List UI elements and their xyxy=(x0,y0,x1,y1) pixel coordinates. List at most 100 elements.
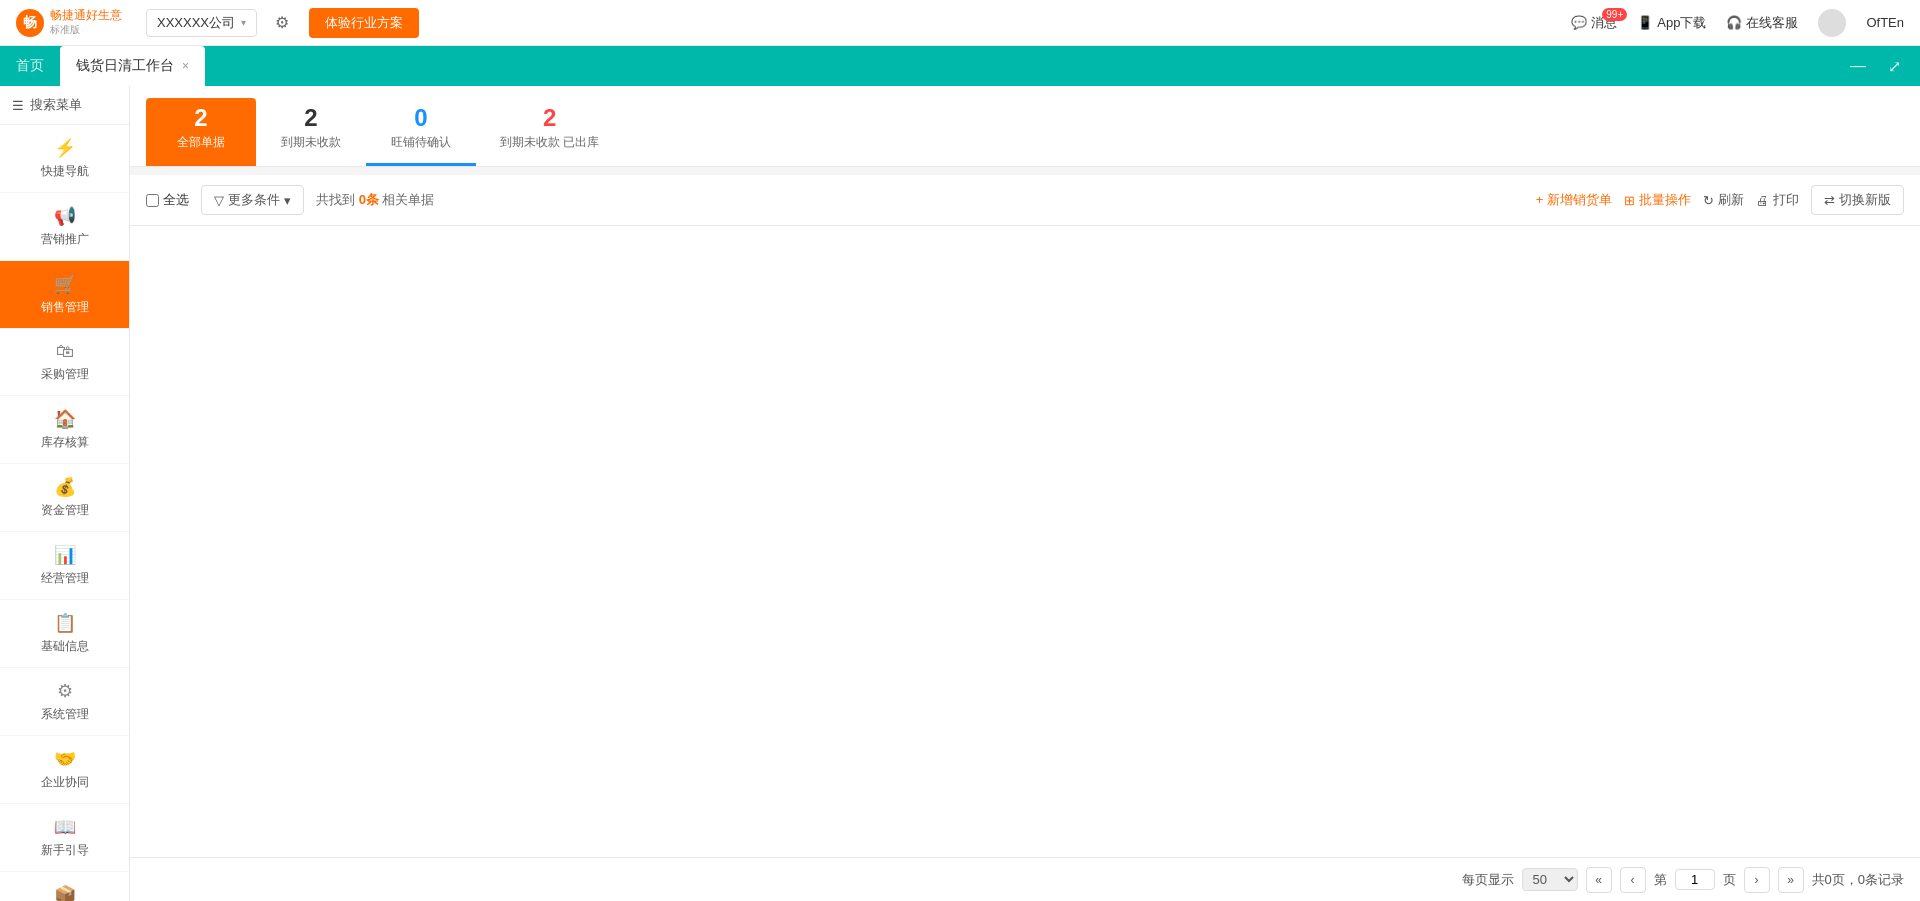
stats-tab-shipped[interactable]: 2 到期未收款 已出库 xyxy=(476,98,623,166)
prev-page-button[interactable]: ‹ xyxy=(1620,867,1646,893)
app-download-button[interactable]: 📱 App下载 xyxy=(1637,14,1706,32)
stats-tab-overdue[interactable]: 2 到期未收款 xyxy=(256,98,366,166)
content-area: 2 全部单据 2 到期未收款 0 旺铺待确认 2 到期未收款 已出库 全选 xyxy=(130,86,1920,901)
filter-icon: ▽ xyxy=(214,193,224,208)
sidebar-search[interactable]: ☰ 搜索菜单 xyxy=(0,86,129,125)
tab-bar: 首页 钱货日清工作台 × — ⤢ xyxy=(0,46,1920,86)
sidebar-item-label-basic-info: 基础信息 xyxy=(41,638,89,655)
toolbar-right: + 新增销货单 ⊞ 批量操作 ↻ 刷新 🖨 打印 ⇄ 切换新版 xyxy=(1536,185,1904,215)
message-icon: 💬 xyxy=(1571,15,1587,30)
tab-bar-actions: — ⤢ xyxy=(1844,52,1920,80)
app-center-icon: 📦 xyxy=(54,884,76,901)
logo-icon: 畅 xyxy=(16,9,44,37)
print-icon: 🖨 xyxy=(1756,193,1769,208)
sidebar-item-enterprise[interactable]: 🤝 企业协同 xyxy=(0,736,129,804)
stats-num-shipped: 2 xyxy=(543,106,556,130)
trial-button[interactable]: 体验行业方案 xyxy=(309,8,419,38)
per-page-label: 每页显示 xyxy=(1462,871,1514,889)
operations-icon: 📊 xyxy=(54,544,76,566)
table-area xyxy=(130,226,1920,857)
per-page-select[interactable]: 50 10 20 100 xyxy=(1522,868,1578,891)
next-page-button[interactable]: › xyxy=(1744,867,1770,893)
stats-num-overdue: 2 xyxy=(304,106,317,130)
sidebar-item-label-sales: 销售管理 xyxy=(41,299,89,316)
basic-info-icon: 📋 xyxy=(54,612,76,634)
last-page-button[interactable]: » xyxy=(1778,867,1804,893)
user-avatar[interactable] xyxy=(1818,9,1846,37)
stats-label-all: 全部单据 xyxy=(177,134,225,151)
system-icon: ⚙ xyxy=(57,680,73,702)
found-count: 0条 xyxy=(359,192,379,207)
sidebar-item-guide[interactable]: 📖 新手引导 xyxy=(0,804,129,872)
sales-icon: 🛒 xyxy=(54,273,76,295)
sidebar-item-label-enterprise: 企业协同 xyxy=(41,774,89,791)
messages-button[interactable]: 💬 消息 99+ xyxy=(1571,14,1617,32)
found-prefix: 共找到 xyxy=(316,192,355,207)
tab-expand-button[interactable]: ⤢ xyxy=(1880,52,1908,80)
sidebar-search-label: 搜索菜单 xyxy=(30,96,82,114)
page-number-input[interactable] xyxy=(1675,869,1715,890)
select-all-checkbox[interactable]: 全选 xyxy=(146,191,189,209)
sidebar-item-purchase[interactable]: 🛍 采购管理 xyxy=(0,329,129,396)
sidebar-item-operations[interactable]: 📊 经营管理 xyxy=(0,532,129,600)
tab-home[interactable]: 首页 xyxy=(0,46,60,86)
total-label: 共0页，0条记录 xyxy=(1812,871,1904,889)
app-download-icon: 📱 xyxy=(1637,15,1653,30)
sidebar-item-system[interactable]: ⚙ 系统管理 xyxy=(0,668,129,736)
finance-icon: 💰 xyxy=(54,476,76,498)
print-button[interactable]: 🖨 打印 xyxy=(1756,191,1799,209)
sidebar-item-label-purchase: 采购管理 xyxy=(41,366,89,383)
switch-label: 切换新版 xyxy=(1839,191,1891,209)
print-label: 打印 xyxy=(1773,191,1799,209)
pagination: 每页显示 50 10 20 100 « ‹ 第 页 › » 共0页，0条记录 xyxy=(130,857,1920,901)
batch-icon: ⊞ xyxy=(1624,193,1635,208)
select-all-input[interactable] xyxy=(146,194,159,207)
filter-button[interactable]: ▽ 更多条件 ▾ xyxy=(201,185,304,215)
sidebar-item-basic-info[interactable]: 📋 基础信息 xyxy=(0,600,129,668)
user-name[interactable]: OfTEn xyxy=(1866,15,1904,30)
sidebar-item-label-guide: 新手引导 xyxy=(41,842,89,859)
select-all-label: 全选 xyxy=(163,191,189,209)
tab-minimize-button[interactable]: — xyxy=(1844,52,1872,80)
stats-tab-pending[interactable]: 0 旺铺待确认 xyxy=(366,98,476,166)
app-download-label: App下载 xyxy=(1657,14,1706,32)
stats-num-all: 2 xyxy=(194,106,207,130)
add-sales-order-button[interactable]: + 新增销货单 xyxy=(1536,191,1612,209)
switch-icon: ⇄ xyxy=(1824,193,1835,208)
batch-label: 批量操作 xyxy=(1639,191,1691,209)
sidebar-item-sales[interactable]: 🛒 销售管理 xyxy=(0,261,129,329)
refresh-button[interactable]: ↻ 刷新 xyxy=(1703,191,1744,209)
logo-sub: 标准版 xyxy=(50,23,122,37)
company-dropdown-arrow: ▾ xyxy=(241,17,246,28)
refresh-icon: ↻ xyxy=(1703,193,1714,208)
tab-workbench[interactable]: 钱货日清工作台 × xyxy=(60,46,205,86)
sidebar-item-label-quick-nav: 快捷导航 xyxy=(41,163,89,180)
sidebar-item-app-center[interactable]: 📦 应用中心 xyxy=(0,872,129,901)
filter-label: 更多条件 xyxy=(228,191,280,209)
sidebar-item-label-finance: 资金管理 xyxy=(41,502,89,519)
inventory-icon: 🏠 xyxy=(54,408,76,430)
sidebar-item-quick-nav[interactable]: ⚡ 快捷导航 xyxy=(0,125,129,193)
toolbar: 全选 ▽ 更多条件 ▾ 共找到 0条 相关单据 + 新增销货单 ⊞ 批量操作 ↻ xyxy=(130,175,1920,226)
tab-home-label: 首页 xyxy=(16,57,44,75)
tab-close-button[interactable]: × xyxy=(182,59,189,73)
stats-label-pending: 旺铺待确认 xyxy=(391,134,451,151)
settings-button[interactable]: ⚙ xyxy=(267,8,297,38)
found-suffix: 相关单据 xyxy=(382,192,434,207)
stats-tabs: 2 全部单据 2 到期未收款 0 旺铺待确认 2 到期未收款 已出库 xyxy=(130,86,1920,167)
page-prefix: 第 xyxy=(1654,871,1667,889)
quick-nav-icon: ⚡ xyxy=(54,137,76,159)
switch-version-button[interactable]: ⇄ 切换新版 xyxy=(1811,185,1904,215)
sidebar-item-inventory[interactable]: 🏠 库存核算 xyxy=(0,396,129,464)
company-selector[interactable]: XXXXXX公司 ▾ xyxy=(146,9,257,37)
batch-operation-button[interactable]: ⊞ 批量操作 xyxy=(1624,191,1691,209)
first-page-button[interactable]: « xyxy=(1586,867,1612,893)
online-service-button[interactable]: 🎧 在线客服 xyxy=(1726,14,1798,32)
top-header: 畅 畅捷通好生意 标准版 XXXXXX公司 ▾ ⚙ 体验行业方案 💬 消息 99… xyxy=(0,0,1920,46)
sidebar-item-finance[interactable]: 💰 资金管理 xyxy=(0,464,129,532)
stats-tab-all[interactable]: 2 全部单据 xyxy=(146,98,256,166)
guide-icon: 📖 xyxy=(54,816,76,838)
page-suffix: 页 xyxy=(1723,871,1736,889)
found-text: 共找到 0条 相关单据 xyxy=(316,191,434,209)
sidebar-item-marketing[interactable]: 📢 营销推广 xyxy=(0,193,129,261)
